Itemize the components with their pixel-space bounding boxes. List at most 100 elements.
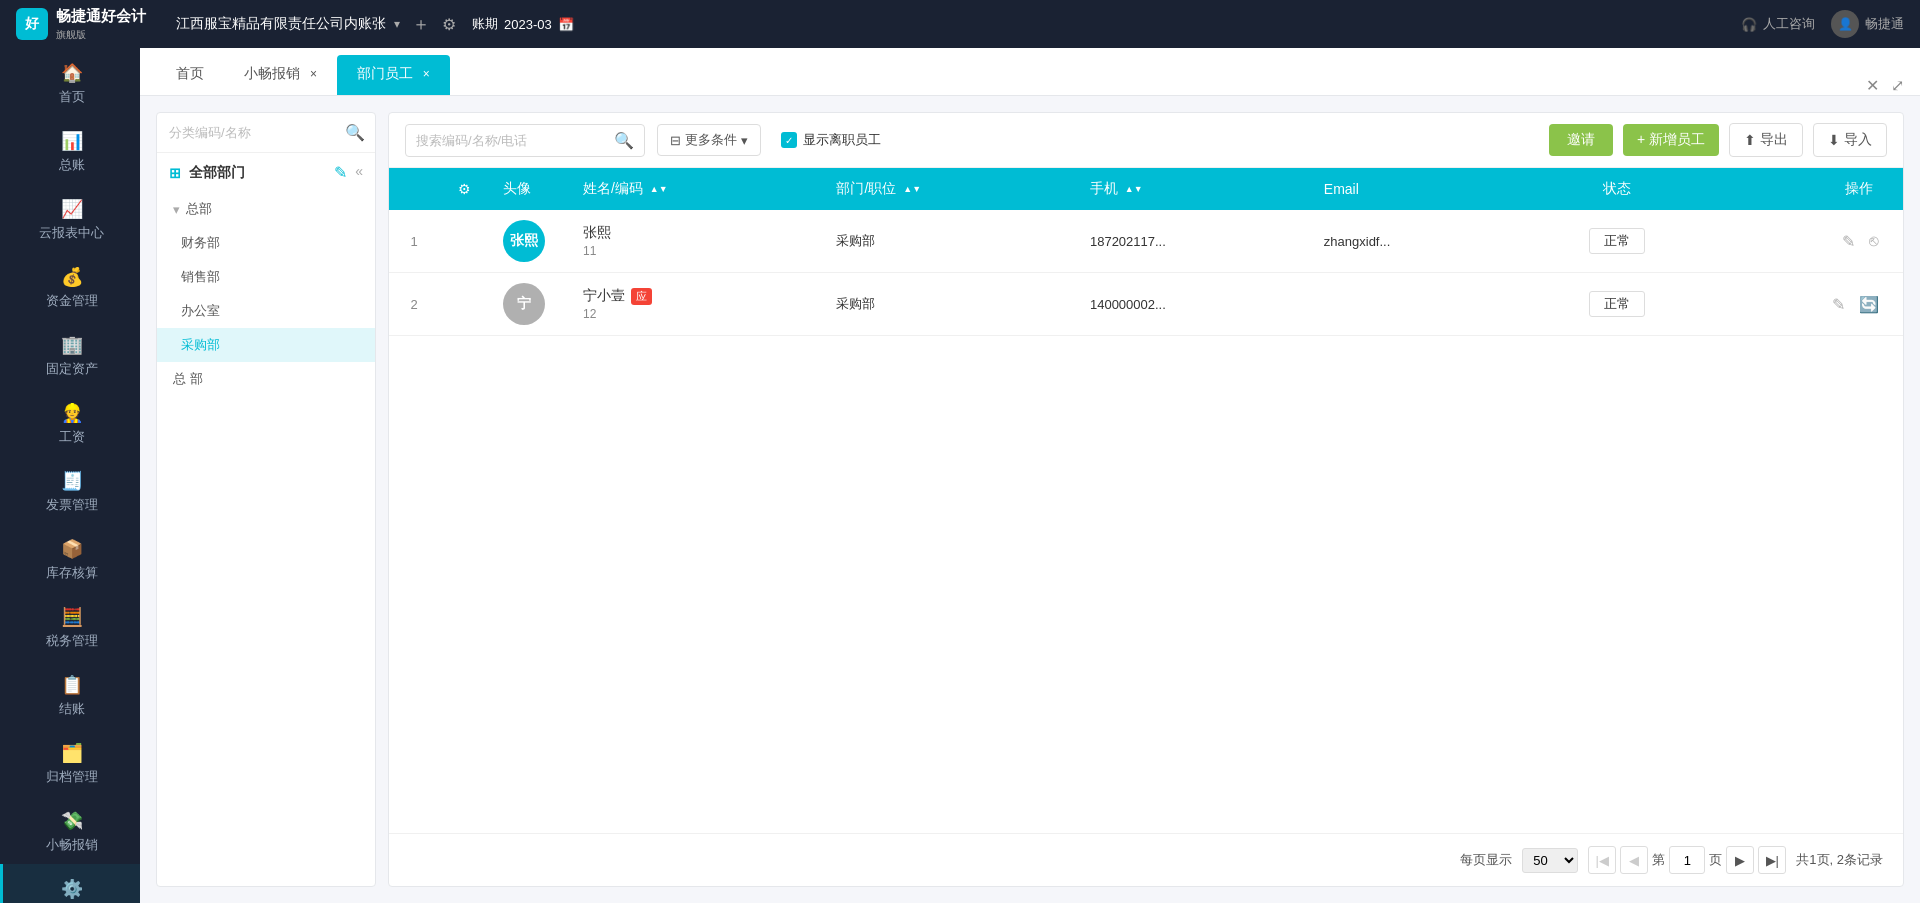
page-last-button[interactable]: ▶| (1758, 846, 1786, 874)
add-employee-button[interactable]: + 新增员工 (1623, 124, 1719, 156)
delete-icon[interactable]: 🔄 (1859, 295, 1879, 314)
employee-search-input[interactable] (416, 133, 608, 148)
export-button[interactable]: ⬆ 导出 (1729, 123, 1803, 157)
row-1-avatar: 张熙 (489, 210, 569, 273)
sidebar-label-home: 首页 (59, 88, 85, 106)
dept-tree-item-finance[interactable]: 财务部 (157, 226, 375, 260)
sidebar-item-assets[interactable]: 🏢 固定资产 (0, 320, 140, 388)
sidebar-item-ledger[interactable]: 📊 总账 (0, 116, 140, 184)
company-dropdown-icon[interactable]: ▾ (394, 17, 400, 31)
edit-icon[interactable]: ✎ (1832, 295, 1845, 314)
page-input[interactable] (1669, 846, 1705, 874)
invoice-icon: 🧾 (61, 470, 83, 492)
col-phone[interactable]: 手机 ▲▼ (1076, 168, 1310, 210)
edit-icon[interactable]: ✎ (1842, 232, 1855, 251)
assets-icon: 🏢 (61, 334, 83, 356)
dept-tree-item-sales[interactable]: 销售部 (157, 260, 375, 294)
dept-search-icon[interactable]: 🔍 (345, 123, 365, 142)
avatar: 宁 (503, 283, 545, 325)
employee-toolbar: 🔍 ⊟ 更多条件 ▾ ✓ 显示离职员工 邀请 + 新增员工 (389, 113, 1903, 168)
row-1-status: 正常 (1523, 210, 1712, 273)
row-1-name-code: 张熙 11 (569, 210, 822, 273)
sidebar-item-checkout[interactable]: 📋 结账 (0, 660, 140, 728)
col-status: 状态 (1523, 168, 1712, 210)
show-resigned-checkbox[interactable]: ✓ (781, 132, 797, 148)
col-dept[interactable]: 部门/职位 ▲▼ (822, 168, 1075, 210)
reports-icon: 📈 (61, 198, 83, 220)
filter-icon: ⊟ (670, 133, 681, 148)
page-nav: |◀ ◀ 第 页 ▶ ▶| (1588, 846, 1786, 874)
ledger-icon: 📊 (61, 130, 83, 152)
page-next-button[interactable]: ▶ (1726, 846, 1754, 874)
tab-expense-close[interactable]: × (310, 67, 317, 81)
invite-button[interactable]: 邀请 (1549, 124, 1613, 156)
tab-expense[interactable]: 小畅报销 × (224, 55, 337, 95)
sidebar-item-archive[interactable]: 🗂️ 归档管理 (0, 728, 140, 796)
all-dept-header[interactable]: ⊞ 全部部门 ✎ « (157, 153, 375, 192)
sidebar-item-reports[interactable]: 📈 云报表中心 (0, 184, 140, 252)
sidebar-label-tax: 税务管理 (46, 632, 98, 650)
import-button[interactable]: ⬇ 导入 (1813, 123, 1887, 157)
col-name[interactable]: 姓名/编码 ▲▼ (569, 168, 822, 210)
logout-icon[interactable]: ⎋ (1869, 232, 1879, 250)
dept-tree-item-hq[interactable]: 总 部 (157, 362, 375, 396)
calendar-icon[interactable]: 📅 (558, 17, 574, 32)
pagination: 每页显示 50 10 20 100 |◀ ◀ 第 页 ▶ ▶| (389, 833, 1903, 886)
sidebar-item-expense[interactable]: 💸 小畅报销 (0, 796, 140, 864)
total-records: 共1页, 2条记录 (1796, 851, 1883, 869)
sidebar-item-salary[interactable]: 👷 工资 (0, 388, 140, 456)
sidebar-item-tax[interactable]: 🧮 税务管理 (0, 592, 140, 660)
col-settings[interactable]: ⚙ (439, 168, 489, 210)
company-name[interactable]: 江西服宝精品有限责任公司内账张 ▾ (176, 15, 400, 33)
user-menu[interactable]: 👤 畅捷通 (1831, 10, 1904, 38)
grid-icon: ⊞ (169, 165, 181, 181)
page-size-label: 每页显示 (1460, 851, 1512, 869)
row-1-action: ✎ ⎋ (1712, 210, 1903, 273)
row-2-email (1310, 273, 1523, 336)
phone-sort-icon[interactable]: ▲▼ (1125, 184, 1143, 194)
page-first-button[interactable]: |◀ (1588, 846, 1616, 874)
sidebar-item-home[interactable]: 🏠 首页 (0, 48, 140, 116)
col-no (389, 168, 439, 210)
name-sort-icon[interactable]: ▲▼ (650, 184, 668, 194)
dept-collapse-icon[interactable]: « (355, 163, 363, 182)
dept-search-input[interactable] (169, 125, 337, 140)
tab-home[interactable]: 首页 (156, 55, 224, 95)
logo-icon: 好 (16, 8, 48, 40)
settings-icon[interactable]: ⚙ (442, 15, 456, 34)
header-right: 🎧 人工咨询 👤 畅捷通 (1741, 10, 1904, 38)
salary-icon: 👷 (61, 402, 83, 424)
sidebar-item-settings[interactable]: ⚙️ 基础设置 (0, 864, 140, 903)
employee-table-wrapper: ⚙ 头像 姓名/编码 ▲▼ 部门/职位 ▲▼ (389, 168, 1903, 833)
employee-search-icon[interactable]: 🔍 (614, 131, 634, 150)
page-content: 🔍 ⊞ 全部部门 ✎ « ▾ 总部 (140, 96, 1920, 903)
tab-close-window-icon[interactable]: ✕ (1866, 76, 1879, 95)
dept-tree-item-zongbu[interactable]: ▾ 总部 (157, 192, 375, 226)
content-area: 首页 小畅报销 × 部门员工 × ✕ ⤢ 🔍 (140, 48, 1920, 903)
service-button[interactable]: 🎧 人工咨询 (1741, 15, 1815, 33)
filter-button[interactable]: ⊟ 更多条件 ▾ (657, 124, 761, 156)
sidebar-label-funds: 资金管理 (46, 292, 98, 310)
row-1-settings (439, 210, 489, 273)
dept-header-actions: ✎ « (334, 163, 363, 182)
dept-tree-item-office[interactable]: 办公室 (157, 294, 375, 328)
table-row: 2 宁 宁小壹 应 (389, 273, 1903, 336)
page-prev-button[interactable]: ◀ (1620, 846, 1648, 874)
dept-tree-item-purchase[interactable]: 采购部 (157, 328, 375, 362)
page-size-select[interactable]: 50 10 20 100 (1522, 848, 1578, 873)
show-resigned-toggle[interactable]: ✓ 显示离职员工 (781, 131, 881, 149)
tab-expand-icon[interactable]: ⤢ (1891, 76, 1904, 95)
dept-add-icon[interactable]: ✎ (334, 163, 347, 182)
headphone-icon: 🎧 (1741, 17, 1757, 32)
dept-sort-icon[interactable]: ▲▼ (903, 184, 921, 194)
tab-employees[interactable]: 部门员工 × (337, 55, 450, 95)
tab-employees-close[interactable]: × (423, 67, 430, 81)
sidebar-label-expense: 小畅报销 (46, 836, 98, 854)
employee-search-box[interactable]: 🔍 (405, 124, 645, 157)
sidebar-item-funds[interactable]: 💰 资金管理 (0, 252, 140, 320)
sidebar-item-inventory[interactable]: 📦 库存核算 (0, 524, 140, 592)
add-company-icon[interactable]: ＋ (412, 12, 430, 36)
sidebar-item-invoice[interactable]: 🧾 发票管理 (0, 456, 140, 524)
sidebar-label-inventory: 库存核算 (46, 564, 98, 582)
expense-icon: 💸 (61, 810, 83, 832)
